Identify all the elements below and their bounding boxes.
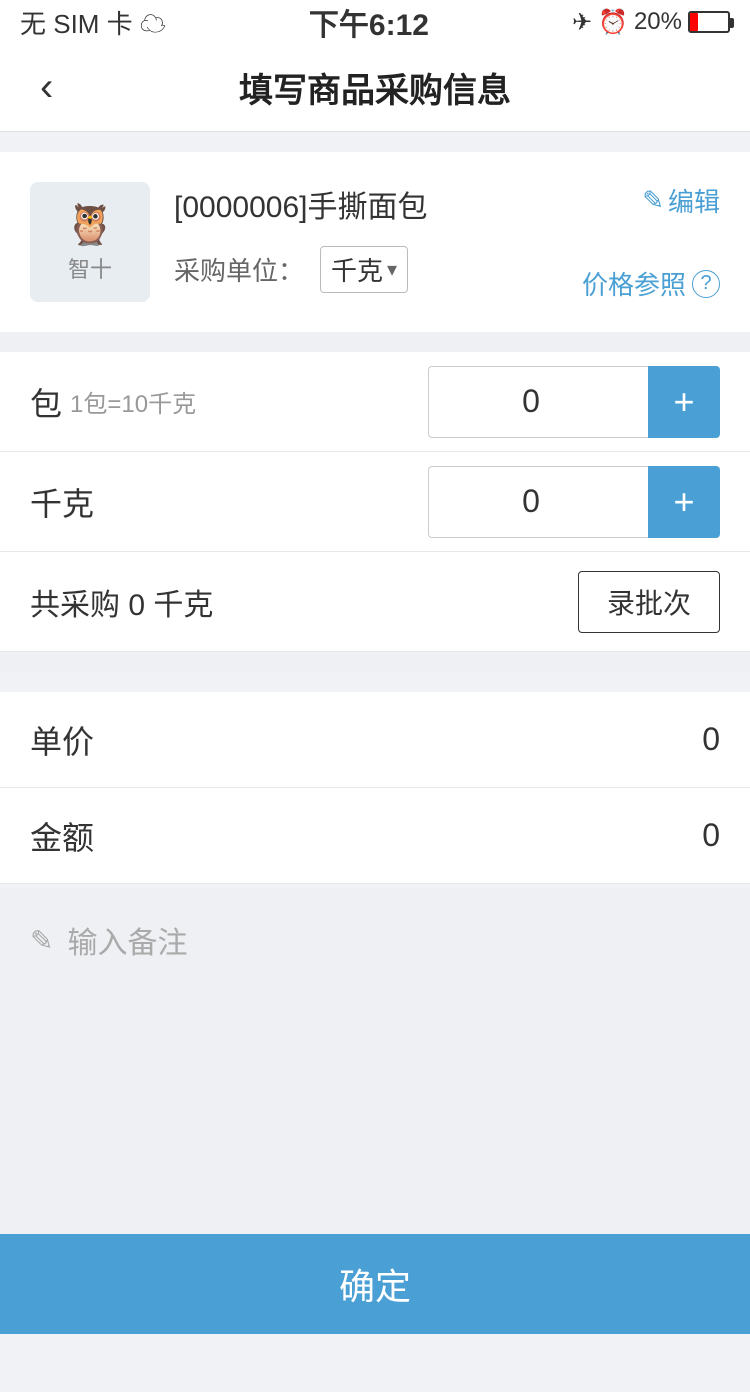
- battery-icon: [688, 11, 730, 33]
- batch-button[interactable]: 录批次: [578, 571, 720, 633]
- amount-label: 金额: [30, 813, 94, 859]
- section-divider-2: [0, 652, 750, 672]
- bag-input-row: 包 1包=10千克 +: [0, 352, 750, 452]
- product-name: [0000006]手撕面包: [174, 182, 558, 226]
- amount-row: 金额 0: [0, 788, 750, 884]
- unit-price-label: 单价: [30, 717, 94, 763]
- price-ref-button[interactable]: 价格参照 ?: [582, 265, 720, 302]
- chevron-down-icon: ▾: [387, 257, 397, 282]
- kg-input-row: 千克 +: [0, 452, 750, 552]
- unit-price-value: 0: [702, 721, 720, 758]
- unit-select[interactable]: 千克 ▾: [320, 246, 408, 293]
- bag-input-group: +: [428, 366, 720, 438]
- product-card: 🦉 智十 [0000006]手撕面包 采购单位： 千克 ▾ ✎ 编辑 价格参照 …: [0, 152, 750, 332]
- product-image: 🦉 智十: [30, 182, 150, 302]
- nav-bar: ‹ 填写商品采购信息: [0, 44, 750, 132]
- battery-text: 20%: [634, 8, 682, 36]
- status-bar: 无 SIM 卡 ☁ 下午6:12 ✈ ⏰ 20%: [0, 0, 750, 44]
- bag-sublabel: 1包=10千克: [70, 384, 428, 419]
- unit-select-text: 千克: [331, 251, 383, 288]
- kg-plus-button[interactable]: +: [648, 466, 720, 538]
- kg-input-group: +: [428, 466, 720, 538]
- product-unit-row: 采购单位： 千克 ▾: [174, 246, 558, 293]
- status-time: 下午6:12: [309, 0, 429, 44]
- help-icon: ?: [692, 270, 720, 298]
- bag-label: 包: [30, 379, 62, 425]
- summary-text: 共采购 0 千克: [30, 580, 213, 624]
- remark-section[interactable]: ✎ 输入备注: [0, 888, 750, 992]
- section-divider: [0, 332, 750, 352]
- product-info: [0000006]手撕面包 采购单位： 千克 ▾: [174, 182, 558, 293]
- unit-price-row: 单价 0: [0, 692, 750, 788]
- product-logo-icon: 🦉: [65, 201, 115, 248]
- confirm-button-label: 确定: [339, 1258, 411, 1310]
- remark-placeholder: 输入备注: [67, 918, 187, 962]
- pencil-icon: ✎: [30, 924, 53, 957]
- product-logo-text: 智十: [68, 252, 112, 284]
- bag-quantity-input[interactable]: [428, 366, 648, 438]
- back-button[interactable]: ‹: [30, 55, 63, 120]
- edit-icon: ✎: [642, 185, 664, 216]
- location-icon: ✈: [572, 8, 592, 37]
- product-actions: ✎ 编辑 价格参照 ?: [582, 182, 720, 302]
- kg-quantity-input[interactable]: [428, 466, 648, 538]
- status-left: 无 SIM 卡 ☁: [20, 4, 166, 41]
- sim-status: 无 SIM 卡 ☁: [20, 4, 166, 41]
- page-title: 填写商品采购信息: [239, 63, 511, 112]
- status-right: ✈ ⏰ 20%: [572, 8, 730, 37]
- alarm-icon: ⏰: [598, 8, 628, 37]
- price-section: 单价 0 金额 0: [0, 692, 750, 884]
- unit-label: 采购单位：: [174, 251, 304, 288]
- input-section: 包 1包=10千克 + 千克 + 共采购 0 千克 录批次: [0, 352, 750, 652]
- price-ref-label: 价格参照: [582, 265, 686, 302]
- edit-label: 编辑: [668, 182, 720, 219]
- kg-label: 千克: [30, 479, 94, 525]
- edit-button[interactable]: ✎ 编辑: [642, 182, 720, 219]
- bag-plus-button[interactable]: +: [648, 366, 720, 438]
- amount-value: 0: [702, 817, 720, 854]
- confirm-button[interactable]: 确定: [0, 1234, 750, 1334]
- summary-row: 共采购 0 千克 录批次: [0, 552, 750, 652]
